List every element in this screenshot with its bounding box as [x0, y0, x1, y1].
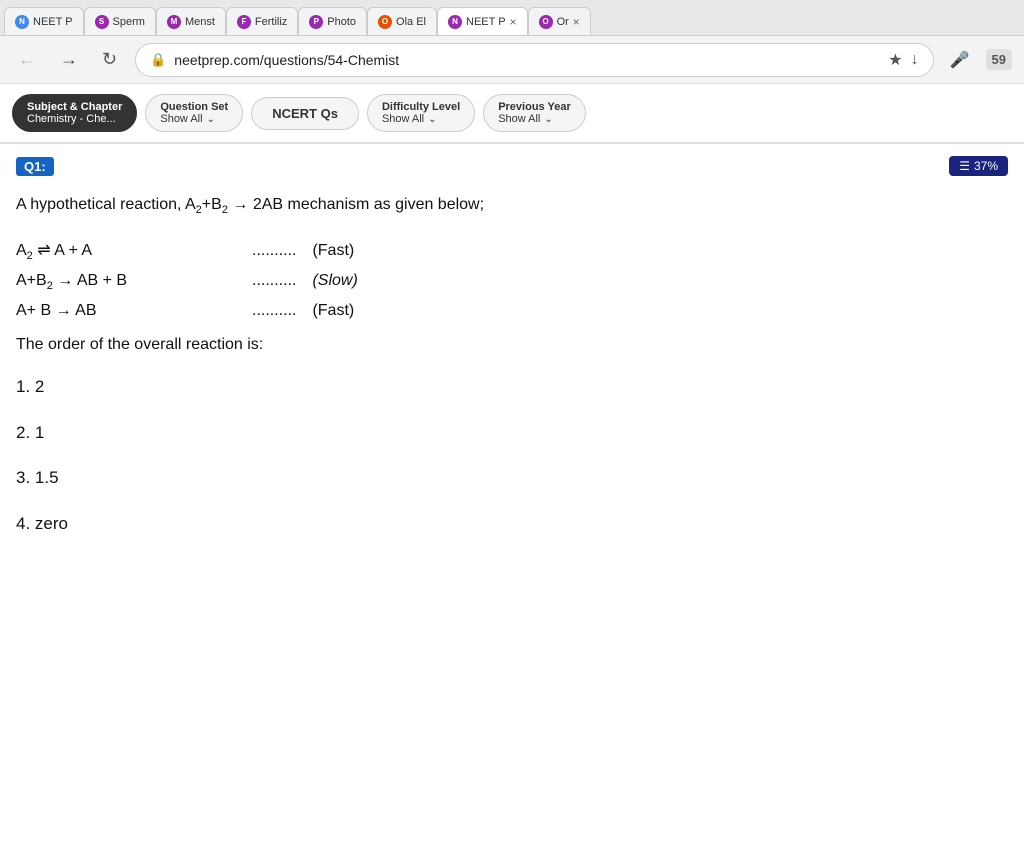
option-4[interactable]: 4. zero	[16, 511, 1008, 537]
question-text: A hypothetical reaction, A2+B2 → 2AB mec…	[16, 192, 1008, 220]
forward-button[interactable]: →	[54, 45, 84, 74]
difficulty-label: Difficulty Level	[382, 101, 460, 113]
tab-ola[interactable]: O Ola El	[367, 7, 437, 35]
url-text: neetprep.com/questions/54-Chemist	[174, 52, 880, 68]
reaction-block: A2 ⇌ A + A .......... (Fast) A+B2 → AB +…	[16, 240, 1008, 320]
reaction-dots-2: ..........	[252, 272, 296, 290]
difficulty-value: Show All ⌄	[382, 113, 437, 125]
browser-tabs: N NEET P S Sperm M Menst F Fertiliz P Ph…	[0, 0, 1024, 36]
reaction-step-2: A+B2 → AB + B .......... (Slow)	[16, 272, 1008, 292]
download-icon[interactable]: ↓	[911, 51, 919, 69]
microphone-icon[interactable]: 🎤	[946, 46, 974, 74]
tab-label: NEET P	[33, 16, 73, 28]
tab-favicon: F	[237, 15, 251, 29]
previous-year-filter[interactable]: Previous Year Show All ⌄	[483, 94, 586, 132]
progress-icon: ☰	[959, 159, 970, 173]
tab-neet1[interactable]: N NEET P	[4, 7, 84, 35]
back-button[interactable]: ←	[12, 45, 42, 74]
option-2-number: 2.	[16, 423, 30, 442]
question-set-chevron-icon: ⌄	[207, 114, 215, 125]
tab-label: Ola El	[396, 16, 426, 28]
ncert-filter[interactable]: NCERT Qs	[251, 97, 359, 130]
tab-or[interactable]: O Or ×	[528, 7, 591, 35]
address-bar: ← → ↻ 🔒 neetprep.com/questions/54-Chemis…	[0, 36, 1024, 84]
reaction-equation-1: A2 ⇌ A + A	[16, 240, 236, 262]
progress-value: 37%	[974, 159, 998, 173]
options-list: 1. 2 2. 1 3. 1.5 4. zero	[16, 374, 1008, 536]
option-2[interactable]: 2. 1	[16, 420, 1008, 446]
tab-fertil[interactable]: F Fertiliz	[226, 7, 298, 35]
question-number: Q1:	[16, 157, 54, 176]
option-3-value: 1.5	[35, 468, 59, 487]
tab-label: Fertiliz	[255, 16, 287, 28]
option-1-number: 1.	[16, 377, 30, 396]
tab-favicon: N	[448, 15, 462, 29]
subject-chapter-label: Subject & Chapter	[27, 101, 122, 113]
tab-label: NEET P	[466, 16, 506, 28]
reaction-dots-1: ..........	[252, 242, 296, 260]
option-2-value: 1	[35, 423, 44, 442]
reaction-speed-3: (Fast)	[312, 302, 354, 320]
tab-label: Sperm	[113, 16, 145, 28]
tab-favicon: M	[167, 15, 181, 29]
extensions-icon[interactable]: 59	[986, 49, 1012, 70]
reaction-equation-3: A+ B → AB	[16, 302, 236, 320]
tab-favicon: O	[539, 15, 553, 29]
difficulty-filter[interactable]: Difficulty Level Show All ⌄	[367, 94, 475, 132]
lock-icon: 🔒	[150, 52, 166, 68]
order-question-text: The order of the overall reaction is:	[16, 336, 1008, 354]
address-input-wrap[interactable]: 🔒 neetprep.com/questions/54-Chemist ★ ↓	[135, 43, 934, 77]
option-1[interactable]: 1. 2	[16, 374, 1008, 400]
option-4-number: 4.	[16, 514, 30, 533]
previous-year-chevron-icon: ⌄	[544, 114, 552, 125]
tab-label: Or	[557, 16, 569, 28]
option-3[interactable]: 3. 1.5	[16, 465, 1008, 491]
tab-close-icon[interactable]: ×	[510, 15, 517, 29]
reaction-speed-1: (Fast)	[312, 242, 354, 260]
question-set-label: Question Set	[160, 101, 228, 113]
tab-label: Photo	[327, 16, 356, 28]
reaction-step-1: A2 ⇌ A + A .......... (Fast)	[16, 240, 1008, 262]
tab-sperm[interactable]: S Sperm	[84, 7, 156, 35]
question-set-value: Show All ⌄	[160, 113, 215, 125]
progress-badge: ☰ 37%	[949, 156, 1008, 176]
reaction-speed-2: (Slow)	[312, 272, 357, 290]
tab-favicon: S	[95, 15, 109, 29]
option-4-value: zero	[35, 514, 68, 533]
filter-bar: Subject & Chapter Chemistry - Che... Que…	[0, 84, 1024, 144]
reaction-step-3: A+ B → AB .......... (Fast)	[16, 302, 1008, 320]
previous-year-label: Previous Year	[498, 101, 571, 113]
ncert-label: NCERT Qs	[272, 106, 338, 121]
option-3-number: 3.	[16, 468, 30, 487]
reaction-dots-3: ..........	[252, 302, 296, 320]
subject-chapter-value: Chemistry - Che...	[27, 113, 116, 125]
bookmark-icon[interactable]: ★	[888, 50, 902, 70]
tab-menst[interactable]: M Menst	[156, 7, 226, 35]
question-header: Q1: ☰ 37%	[16, 156, 1008, 176]
reload-button[interactable]: ↻	[96, 45, 123, 74]
reaction-equation-2: A+B2 → AB + B	[16, 272, 236, 292]
tab-favicon: N	[15, 15, 29, 29]
subject-chapter-filter[interactable]: Subject & Chapter Chemistry - Che...	[12, 94, 137, 132]
previous-year-value: Show All ⌄	[498, 113, 553, 125]
question-set-filter[interactable]: Question Set Show All ⌄	[145, 94, 243, 132]
tab-label: Menst	[185, 16, 215, 28]
tab-photo[interactable]: P Photo	[298, 7, 367, 35]
difficulty-chevron-icon: ⌄	[428, 114, 436, 125]
tab-favicon: P	[309, 15, 323, 29]
tab-neet2[interactable]: N NEET P ×	[437, 7, 528, 35]
option-1-value: 2	[35, 377, 44, 396]
question-area: Q1: ☰ 37% A hypothetical reaction, A2+B2…	[0, 144, 1024, 568]
tab-favicon: O	[378, 15, 392, 29]
tab-close-icon[interactable]: ×	[573, 15, 580, 29]
